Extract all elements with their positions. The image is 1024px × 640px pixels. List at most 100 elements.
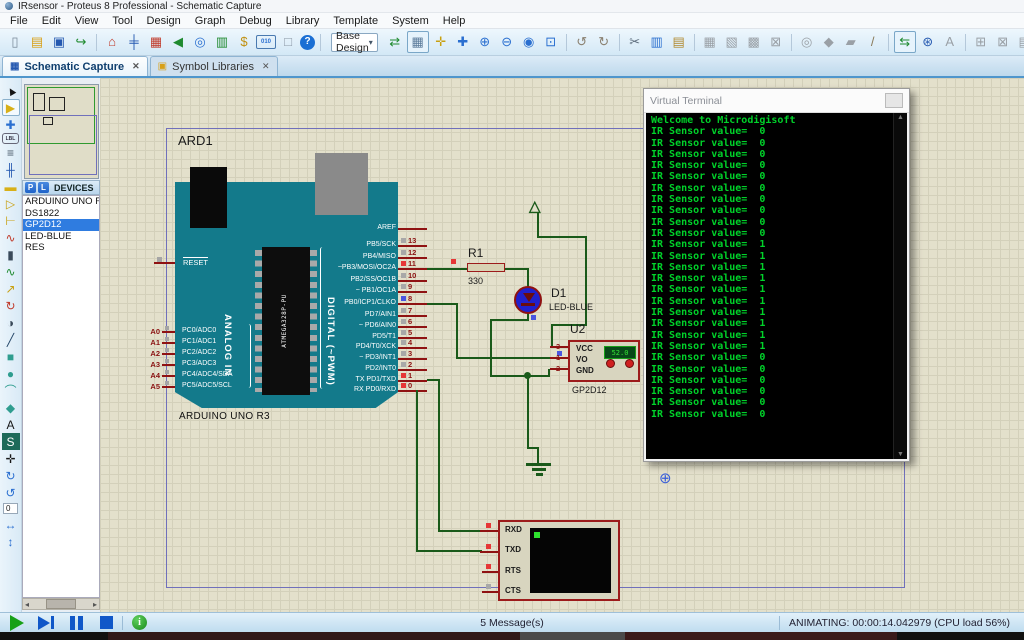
wire-label-mode-icon[interactable]: LBL xyxy=(2,133,19,144)
design-explorer-icon[interactable]: ▦ xyxy=(146,32,166,52)
new-design-icon[interactable]: ▯ xyxy=(5,32,25,52)
scroll-up-icon[interactable]: ▲ xyxy=(897,114,904,121)
cut-icon[interactable]: ✂ xyxy=(625,32,645,52)
current-probe-mode-icon[interactable]: ↻ xyxy=(2,297,20,314)
device-pin-mode-icon[interactable]: ⊢ xyxy=(2,212,20,229)
device-item-gp2d12[interactable]: GP2D12 xyxy=(23,219,99,231)
ir-sensor-component[interactable]: 3 VCC 1 VO 2 GND 52.0 xyxy=(556,340,640,382)
block-rotate-icon[interactable]: ▩ xyxy=(744,32,764,52)
search-tag-icon[interactable]: ⊛ xyxy=(918,32,938,52)
window-button[interactable] xyxy=(885,93,903,108)
component-mode-icon[interactable]: ▶ xyxy=(1,99,20,116)
pan-icon[interactable]: ✚ xyxy=(453,32,473,52)
copy-icon[interactable]: ▥ xyxy=(647,32,667,52)
design-notes-icon[interactable]: □ xyxy=(278,32,298,52)
bill-of-materials-icon[interactable]: $ xyxy=(234,32,254,52)
sensor-knob-decrease[interactable] xyxy=(606,359,615,368)
help-icon[interactable]: ? xyxy=(300,34,315,50)
menu-item[interactable]: System xyxy=(385,15,436,27)
menu-item[interactable]: File xyxy=(3,15,35,27)
save-design-icon[interactable]: ▣ xyxy=(49,32,69,52)
refresh-display-icon[interactable]: ⇄ xyxy=(385,32,405,52)
paste-icon[interactable]: ▤ xyxy=(669,32,689,52)
rotate-clockwise-icon[interactable]: ↻ xyxy=(2,467,20,484)
block-move-icon[interactable]: ▧ xyxy=(722,32,742,52)
open-design-icon[interactable]: ▤ xyxy=(27,32,47,52)
decompose-icon[interactable]: / xyxy=(863,32,883,52)
flip-horizontal-icon[interactable]: ↔ xyxy=(2,516,20,533)
make-device-icon[interactable]: ◆ xyxy=(819,32,839,52)
text-script-mode-icon[interactable]: ≡ xyxy=(2,144,20,161)
remove-sheet-icon[interactable]: ⊠ xyxy=(993,32,1013,52)
virtual-terminal-window[interactable]: Virtual Terminal Welcome to Microdigisof… xyxy=(643,88,910,462)
navigate-icon[interactable]: ◀ xyxy=(168,32,188,52)
menu-item[interactable]: Help xyxy=(436,15,473,27)
junction-dot-mode-icon[interactable]: ✚ xyxy=(2,116,20,133)
path-2d-icon[interactable]: ◆ xyxy=(2,399,20,416)
zoom-in-icon[interactable]: ⊕ xyxy=(475,32,495,52)
menu-item[interactable]: Design xyxy=(140,15,188,27)
grid-toggle-icon[interactable]: ▦ xyxy=(406,31,429,53)
property-assignment-icon[interactable]: A xyxy=(940,32,960,52)
simulate-design-icon[interactable]: ▥ xyxy=(212,32,232,52)
play-button[interactable] xyxy=(10,614,24,631)
menu-item[interactable]: Template xyxy=(326,15,385,27)
pick-devices-button[interactable]: P xyxy=(25,182,36,193)
rotation-angle-field[interactable]: 0 xyxy=(3,503,18,514)
system-settings-icon[interactable]: ╪ xyxy=(124,32,144,52)
step-button[interactable] xyxy=(38,615,54,630)
menu-item[interactable]: View xyxy=(68,15,106,27)
goto-sheet-icon[interactable]: ▤ xyxy=(1015,32,1024,52)
symbol-2d-icon[interactable]: S xyxy=(1,433,20,450)
wire-autorouter-icon[interactable]: ⇆ xyxy=(893,31,916,53)
block-delete-icon[interactable]: ⊠ xyxy=(766,32,786,52)
device-item-ds1822[interactable]: DS1822 xyxy=(23,208,99,220)
home-page-icon[interactable]: ⌂ xyxy=(102,32,122,52)
binary-display-icon[interactable]: 010 xyxy=(256,35,276,49)
packaging-tool-icon[interactable]: ▰ xyxy=(841,32,861,52)
close-icon[interactable]: ✕ xyxy=(262,61,270,72)
scroll-right-icon[interactable]: ▸ xyxy=(91,600,99,609)
new-sheet-icon[interactable]: ⊞ xyxy=(971,32,991,52)
box-2d-icon[interactable]: ■ xyxy=(2,348,20,365)
graph-mode-icon[interactable]: ∿ xyxy=(2,229,20,246)
marker-2d-icon[interactable]: ✛ xyxy=(2,450,20,467)
redo-icon[interactable]: ↻ xyxy=(594,32,614,52)
stop-button[interactable] xyxy=(100,616,113,629)
tab-symbol-libraries[interactable]: ▣ Symbol Libraries ✕ xyxy=(149,56,278,76)
arc-2d-icon[interactable]: ⌒ xyxy=(2,382,20,399)
scroll-down-icon[interactable]: ▼ xyxy=(897,451,904,458)
zoom-area-icon[interactable]: ⊡ xyxy=(541,32,561,52)
zoom-out-icon[interactable]: ⊖ xyxy=(497,32,517,52)
device-item-arduino-uno-r3[interactable]: ARDUINO UNO R3 xyxy=(23,196,99,208)
close-icon[interactable]: ✕ xyxy=(132,61,140,72)
zoom-view-icon[interactable]: ◎ xyxy=(190,32,210,52)
menu-item[interactable]: Library xyxy=(279,15,327,27)
undo-icon[interactable]: ↺ xyxy=(572,32,592,52)
generator-mode-icon[interactable]: ∿ xyxy=(2,263,20,280)
overview-minimap[interactable] xyxy=(24,84,99,179)
import-section-icon[interactable]: ↪ xyxy=(71,32,91,52)
terminal-scrollbar[interactable]: ▲ ▼ xyxy=(893,113,907,459)
schematic-canvas[interactable]: ARD1 ATMEGA328P-PU ANALOG IN DIGITAL (~P… xyxy=(100,78,1024,612)
bus-mode-icon[interactable]: ╫ xyxy=(2,161,20,178)
line-2d-icon[interactable]: ╱ xyxy=(2,331,20,348)
rotate-anticlockwise-icon[interactable]: ↺ xyxy=(2,484,20,501)
menu-item[interactable]: Debug xyxy=(232,15,278,27)
virtual-instruments-mode-icon[interactable]: ◑ xyxy=(2,314,20,331)
info-button[interactable]: i xyxy=(132,615,147,630)
scrollbar-thumb[interactable] xyxy=(46,599,76,609)
origin-icon[interactable]: ✛ xyxy=(431,32,451,52)
menu-item[interactable]: Tool xyxy=(105,15,139,27)
devices-list-scrollbar[interactable]: ◂ ▸ xyxy=(22,598,100,610)
tape-recorder-mode-icon[interactable]: ▮ xyxy=(2,246,20,263)
menu-item[interactable]: Graph xyxy=(188,15,233,27)
scroll-left-icon[interactable]: ◂ xyxy=(23,600,31,609)
voltage-probe-mode-icon[interactable]: ↗ xyxy=(2,280,20,297)
block-copy-icon[interactable]: ▦ xyxy=(700,32,720,52)
text-2d-icon[interactable]: A xyxy=(2,416,20,433)
subcircuit-mode-icon[interactable]: ▬ xyxy=(2,178,20,195)
pause-button[interactable] xyxy=(70,615,86,630)
sensor-knob-increase[interactable] xyxy=(625,359,634,368)
design-selector-dropdown[interactable]: Base Design ▾ xyxy=(331,30,378,54)
